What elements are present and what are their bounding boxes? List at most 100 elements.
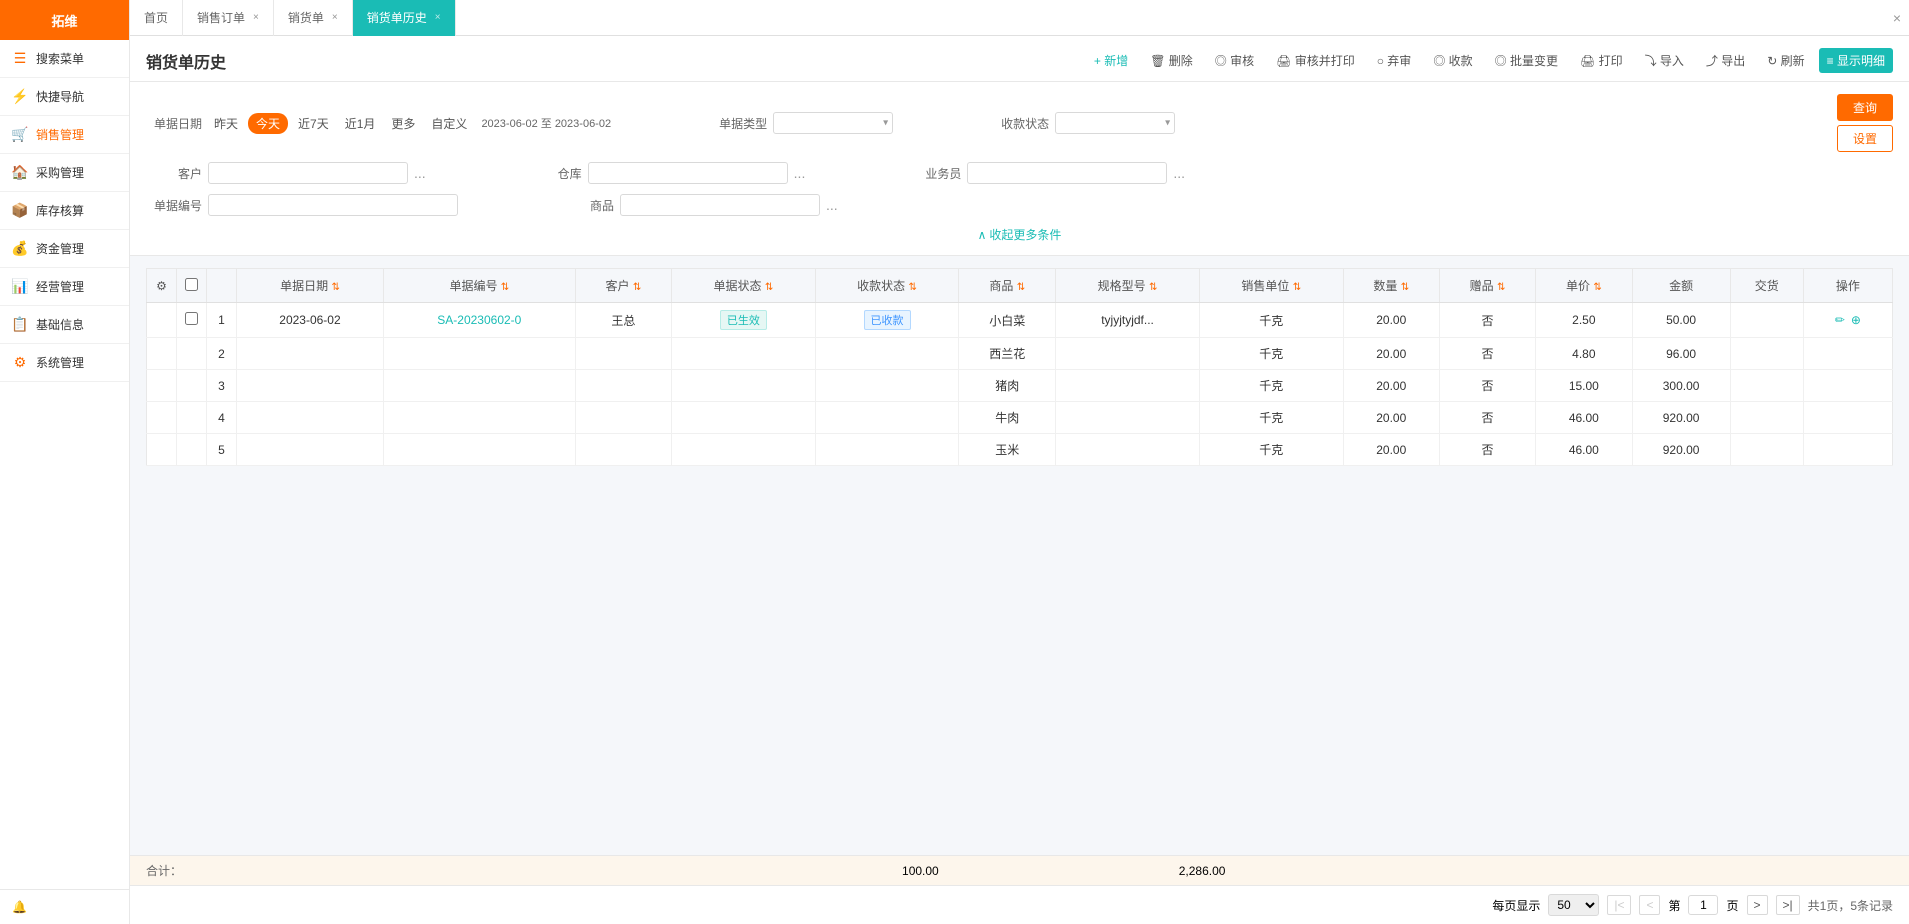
sidebar-item-search-menu[interactable]: ☰ 搜索菜单 xyxy=(0,40,129,78)
date-btn-custom[interactable]: 自定义 xyxy=(425,113,473,134)
date-btn-yesterday[interactable]: 昨天 xyxy=(208,113,244,134)
show-detail-button[interactable]: ≡ 显示明细 xyxy=(1819,48,1893,73)
col-doc-date[interactable]: 单据日期 ⇅ xyxy=(237,269,384,303)
filter-goods-label: 商品 xyxy=(558,197,614,214)
col-qty[interactable]: 数量 ⇅ xyxy=(1343,269,1439,303)
first-page-btn[interactable]: |< xyxy=(1607,895,1631,915)
copy-action[interactable]: ⊕ xyxy=(1851,313,1861,327)
sidebar-item-operations[interactable]: 📊 经营管理 xyxy=(0,268,129,306)
cell-unit: 千克 xyxy=(1199,434,1343,466)
cell-checkbox[interactable] xyxy=(177,338,207,370)
col-goods[interactable]: 商品 ⇅ xyxy=(959,269,1056,303)
cell-checkbox[interactable] xyxy=(177,402,207,434)
setting-button[interactable]: 设置 xyxy=(1837,125,1893,152)
sidebar-item-inventory[interactable]: 📦 库存核算 xyxy=(0,192,129,230)
batch-change-button[interactable]: ◎ 批量变更 xyxy=(1487,48,1566,73)
cell-checkbox[interactable] xyxy=(177,303,207,338)
sidebar-item-sales-mgmt[interactable]: 🛒 销售管理 xyxy=(0,116,129,154)
customer-dots[interactable]: ... xyxy=(414,165,426,181)
collapse-arrow: ∧ xyxy=(978,228,987,242)
filter-warehouse-input[interactable] xyxy=(588,162,788,184)
cell-doc-num[interactable] xyxy=(383,370,575,402)
col-price[interactable]: 单价 ⇅ xyxy=(1536,269,1632,303)
pay-status-badge: 已收款 xyxy=(864,310,911,330)
col-customer[interactable]: 客户 ⇅ xyxy=(575,269,671,303)
cell-actions xyxy=(1803,338,1892,370)
cell-doc-num[interactable] xyxy=(383,338,575,370)
export-button[interactable]: ⤴ 导出 xyxy=(1698,48,1753,73)
col-checkbox[interactable] xyxy=(177,269,207,303)
filter-type-select[interactable] xyxy=(773,112,893,134)
refresh-button[interactable]: ↻ 刷新 xyxy=(1759,48,1812,73)
col-pay-status[interactable]: 收款状态 ⇅ xyxy=(815,269,959,303)
tab-sales-delivery[interactable]: 销货单 × xyxy=(274,0,353,36)
system-mgmt-icon: ⚙ xyxy=(12,355,28,371)
edit-action[interactable]: ✏ xyxy=(1835,313,1845,327)
next-page-btn[interactable]: > xyxy=(1747,895,1768,915)
tab-home[interactable]: 首页 xyxy=(130,0,183,36)
col-doc-status[interactable]: 单据状态 ⇅ xyxy=(671,269,815,303)
filter-staff-input[interactable] xyxy=(967,162,1167,184)
date-btn-7days[interactable]: 近7天 xyxy=(292,113,335,134)
warehouse-dots[interactable]: ... xyxy=(794,165,806,181)
col-unit-sort: ⇅ xyxy=(1293,282,1301,293)
cell-delivery xyxy=(1730,370,1803,402)
date-btn-1month[interactable]: 近1月 xyxy=(339,113,382,134)
import-button[interactable]: ⤵ 导入 xyxy=(1637,48,1692,73)
cell-qty: 20.00 xyxy=(1343,303,1439,338)
col-unit[interactable]: 销售单位 ⇅ xyxy=(1199,269,1343,303)
col-gear[interactable]: ⚙ xyxy=(147,269,177,303)
filter-date-label: 单据日期 xyxy=(146,115,202,132)
close-all-btn[interactable]: × xyxy=(1893,10,1901,26)
tab-sales-delivery-history[interactable]: 销货单历史 × xyxy=(353,0,456,36)
col-spec[interactable]: 规格型号 ⇅ xyxy=(1056,269,1200,303)
sidebar-item-purchase-mgmt[interactable]: 🏠 采购管理 xyxy=(0,154,129,192)
collapse-button[interactable]: ∧ 收起更多条件 xyxy=(146,226,1893,243)
new-button[interactable]: + 新增 xyxy=(1086,48,1136,73)
cell-doc-num[interactable] xyxy=(383,434,575,466)
sidebar-item-system-mgmt[interactable]: ⚙ 系统管理 xyxy=(0,344,129,382)
sidebar-item-basic-info[interactable]: 📋 基础信息 xyxy=(0,306,129,344)
date-btn-today[interactable]: 今天 xyxy=(248,113,288,134)
audit-print-button[interactable]: 🖨 审核并打印 xyxy=(1268,48,1363,73)
date-btn-more[interactable]: 更多 xyxy=(385,113,421,134)
cell-checkbox[interactable] xyxy=(177,370,207,402)
page-size-select[interactable]: 10 20 50 100 xyxy=(1548,894,1599,916)
page-input[interactable] xyxy=(1688,895,1718,915)
sidebar-bottom-btn1[interactable]: 🔔 xyxy=(0,890,129,924)
cell-actions xyxy=(1803,370,1892,402)
cell-doc-num[interactable] xyxy=(383,402,575,434)
tab-sales-delivery-close[interactable]: × xyxy=(332,12,338,23)
filter-customer-input[interactable] xyxy=(208,162,408,184)
col-gift-sort: ⇅ xyxy=(1497,282,1505,293)
sidebar-item-quick-nav[interactable]: ⚡ 快捷导航 xyxy=(0,78,129,116)
col-doc-num[interactable]: 单据编号 ⇅ xyxy=(383,269,575,303)
audit-button[interactable]: ◎ 审核 xyxy=(1207,48,1262,73)
select-all-checkbox[interactable] xyxy=(185,278,198,291)
filter-goods-input[interactable] xyxy=(620,194,820,216)
query-button[interactable]: 查询 xyxy=(1837,94,1893,121)
print-button[interactable]: 🖨 打印 xyxy=(1572,48,1631,73)
col-doc-status-label: 单据状态 xyxy=(713,279,761,293)
cell-doc-num[interactable]: SA-20230602-0 xyxy=(383,303,575,338)
delete-button[interactable]: 🗑 删除 xyxy=(1142,48,1201,73)
staff-dots[interactable]: ... xyxy=(1173,165,1185,181)
sidebar-item-finance[interactable]: 💰 资金管理 xyxy=(0,230,129,268)
tab-sales-order[interactable]: 销售订单 × xyxy=(183,0,274,36)
prev-page-btn[interactable]: < xyxy=(1639,895,1660,915)
goods-dots[interactable]: ... xyxy=(826,197,838,213)
col-gift[interactable]: 赠品 ⇅ xyxy=(1439,269,1535,303)
tab-sales-delivery-history-close[interactable]: × xyxy=(435,12,441,23)
abandon-button[interactable]: ○ 弃审 xyxy=(1369,48,1420,73)
row-checkbox[interactable] xyxy=(185,312,198,325)
sidebar-item-label: 基础信息 xyxy=(36,316,84,333)
filter-doc-num-input[interactable] xyxy=(208,194,458,216)
filter-pay-status-select[interactable] xyxy=(1055,112,1175,134)
tab-sales-order-close[interactable]: × xyxy=(253,12,259,23)
cell-checkbox[interactable] xyxy=(177,434,207,466)
receive-button[interactable]: ◎ 收款 xyxy=(1425,48,1480,73)
filter-staff-label: 业务员 xyxy=(905,165,961,182)
col-row-num xyxy=(207,269,237,303)
last-page-btn[interactable]: >| xyxy=(1776,895,1800,915)
page-label-after: 页 xyxy=(1726,897,1738,914)
